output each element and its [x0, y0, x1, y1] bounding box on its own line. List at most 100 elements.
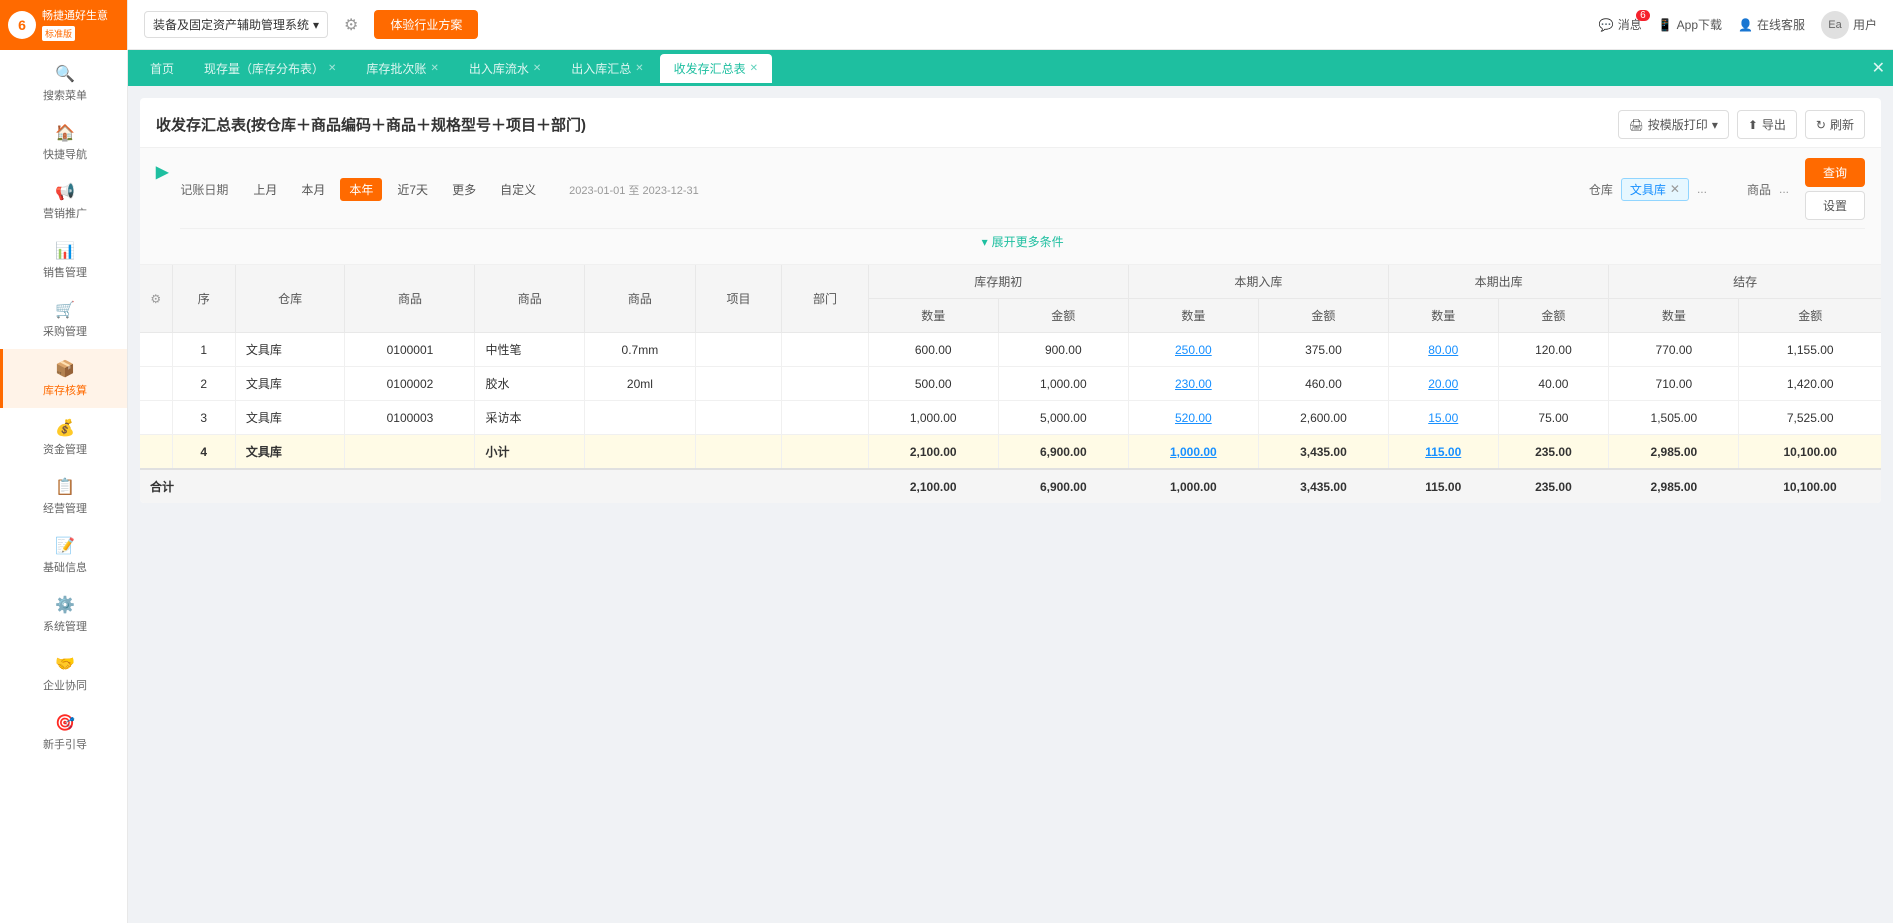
- tab-recv-send-summary[interactable]: 收发存汇总表 ✕: [660, 54, 772, 83]
- tab-inventory-dist-close[interactable]: ✕: [328, 63, 336, 74]
- refresh-button[interactable]: ↻ 刷新: [1805, 110, 1865, 139]
- tab-recv-send-summary-close[interactable]: ✕: [750, 63, 758, 74]
- warehouse-tag-remove[interactable]: ✕: [1670, 182, 1680, 196]
- td-out-amt: 120.00: [1498, 333, 1609, 367]
- out-qty-link[interactable]: 15.00: [1428, 411, 1458, 425]
- notification-item[interactable]: 💬 消息 6: [1599, 16, 1642, 33]
- sidebar-item-enterprise[interactable]: 🤝 企业协同: [0, 644, 127, 703]
- total-row: 合计 2,100.00 6,900.00 1,000.00 3,435.00 1…: [140, 469, 1881, 503]
- sidebar-label-enterprise: 企业协同: [43, 677, 87, 693]
- td-close-amt: 1,420.00: [1739, 367, 1881, 401]
- sidebar-item-inventory[interactable]: 📦 库存核算: [0, 349, 127, 408]
- warehouse-filter-label: 仓库: [1589, 181, 1613, 198]
- column-settings-icon[interactable]: ⚙: [150, 292, 161, 306]
- close-all-tabs[interactable]: ✕: [1872, 58, 1885, 78]
- query-button[interactable]: 查询: [1805, 158, 1865, 187]
- td-out-qty[interactable]: 15.00: [1388, 401, 1498, 435]
- sidebar-item-search[interactable]: 🔍 搜索菜单: [0, 54, 127, 113]
- avatar: Ea: [1821, 11, 1849, 39]
- trial-button[interactable]: 体验行业方案: [374, 10, 478, 39]
- export-icon: ⬆: [1748, 118, 1758, 132]
- date-btn-more[interactable]: 更多: [443, 178, 485, 201]
- expand-more-conditions[interactable]: ▾ 展开更多条件: [180, 228, 1865, 254]
- sidebar-item-guide[interactable]: 🎯 新手引导: [0, 703, 127, 762]
- td-out-qty[interactable]: 20.00: [1388, 367, 1498, 401]
- printer-icon: 🖨: [1629, 118, 1644, 132]
- sidebar-item-finance[interactable]: 💰 资金管理: [0, 408, 127, 467]
- td-subtotal-out-qty[interactable]: 115.00: [1388, 435, 1498, 470]
- td-in-qty[interactable]: 230.00: [1128, 367, 1258, 401]
- tab-batch[interactable]: 库存批次账 ✕: [352, 54, 452, 83]
- out-qty-link[interactable]: 20.00: [1428, 377, 1458, 391]
- in-qty-link[interactable]: 230.00: [1175, 377, 1212, 391]
- sidebar-item-purchase[interactable]: 🛒 采购管理: [0, 290, 127, 349]
- date-btn-this-month[interactable]: 本月: [292, 178, 334, 201]
- date-btn-custom[interactable]: 自定义: [491, 178, 545, 201]
- td-in-qty[interactable]: 520.00: [1128, 401, 1258, 435]
- print-label: 按模版打印: [1648, 116, 1708, 133]
- sidebar-item-quick-nav[interactable]: 🏠 快捷导航: [0, 113, 127, 172]
- tab-inout-summary-close[interactable]: ✕: [635, 63, 643, 74]
- td-subtotal-open-amt: 6,900.00: [998, 435, 1128, 470]
- sidebar-label-inventory: 库存核算: [43, 382, 87, 398]
- td-out-qty[interactable]: 80.00: [1388, 333, 1498, 367]
- filter-settings-button[interactable]: 设置: [1805, 191, 1865, 220]
- print-button[interactable]: 🖨 按模版打印 ▾: [1618, 110, 1729, 139]
- settings-icon[interactable]: ⚙: [344, 15, 358, 35]
- table-row: 2 文具库 0100002 胶水 20ml 500.00 1,000.00 23…: [140, 367, 1881, 401]
- table-row: 3 文具库 0100003 采访本 1,000.00 5,000.00 520.…: [140, 401, 1881, 435]
- clipboard-icon: 📋: [55, 477, 75, 497]
- tab-inout-flow-close[interactable]: ✕: [533, 63, 541, 74]
- sidebar-item-operations[interactable]: 📋 经营管理: [0, 467, 127, 526]
- td-total-in-qty: 1,000.00: [1128, 469, 1258, 503]
- td-subtotal-close-qty: 2,985.00: [1609, 435, 1739, 470]
- td-spec: 0.7mm: [585, 333, 696, 367]
- td-total-close-amt: 10,100.00: [1739, 469, 1881, 503]
- filter-toggle-icon[interactable]: ▶: [156, 162, 168, 182]
- subtotal-out-qty-link[interactable]: 115.00: [1425, 445, 1461, 459]
- th-in-qty: 数量: [1128, 299, 1258, 333]
- td-warehouse: 文具库: [235, 401, 345, 435]
- product-more-btn[interactable]: ...: [1779, 182, 1789, 196]
- sidebar-label-sales: 销售管理: [43, 264, 87, 280]
- td-close-qty: 710.00: [1609, 367, 1739, 401]
- system-select[interactable]: 装备及固定资产辅助管理系统 ▾: [144, 11, 328, 38]
- target-icon: 🎯: [55, 713, 75, 733]
- warehouse-more-btn[interactable]: ...: [1697, 182, 1707, 196]
- export-button[interactable]: ⬆ 导出: [1737, 110, 1797, 139]
- date-btn-this-year[interactable]: 本年: [340, 178, 382, 201]
- tab-batch-close[interactable]: ✕: [430, 63, 438, 74]
- tab-home-label: 首页: [150, 60, 174, 77]
- refresh-label: 刷新: [1830, 116, 1854, 133]
- sidebar-label-basic: 基础信息: [43, 559, 87, 575]
- tab-home[interactable]: 首页: [136, 54, 188, 83]
- td-subtotal-in-amt: 3,435.00: [1258, 435, 1388, 470]
- app-download-item[interactable]: 📱 App下载: [1658, 16, 1722, 33]
- tab-inout-flow[interactable]: 出入库流水 ✕: [455, 54, 555, 83]
- sidebar-item-basic[interactable]: 📝 基础信息: [0, 526, 127, 585]
- subtotal-in-qty-link[interactable]: 1,000.00: [1170, 445, 1217, 459]
- out-qty-link[interactable]: 80.00: [1428, 343, 1458, 357]
- date-btn-last-month[interactable]: 上月: [244, 178, 286, 201]
- in-qty-link[interactable]: 250.00: [1175, 343, 1212, 357]
- user-item[interactable]: Ea 用户: [1821, 11, 1877, 39]
- td-code: 0100001: [345, 333, 475, 367]
- tab-inventory-dist[interactable]: 现存量（库存分布表） ✕: [190, 54, 350, 83]
- sidebar-item-marketing[interactable]: 📢 营销推广: [0, 172, 127, 231]
- online-service-item[interactable]: 👤 在线客服: [1738, 16, 1805, 33]
- page-header-actions: 🖨 按模版打印 ▾ ⬆ 导出 ↻ 刷新: [1618, 110, 1865, 139]
- handshake-icon: 🤝: [55, 654, 75, 674]
- headset-icon: 👤: [1738, 18, 1753, 32]
- td-subtotal-in-qty[interactable]: 1,000.00: [1128, 435, 1258, 470]
- td-in-qty[interactable]: 250.00: [1128, 333, 1258, 367]
- sidebar-item-sales[interactable]: 📊 销售管理: [0, 231, 127, 290]
- in-qty-link[interactable]: 520.00: [1175, 411, 1212, 425]
- sidebar-item-system[interactable]: ⚙️ 系统管理: [0, 585, 127, 644]
- tab-inout-summary[interactable]: 出入库汇总 ✕: [557, 54, 657, 83]
- td-total-out-amt: 235.00: [1498, 469, 1609, 503]
- date-btn-7days[interactable]: 近7天: [388, 178, 437, 201]
- td-settings: [140, 333, 172, 367]
- td-open-qty: 1,000.00: [868, 401, 998, 435]
- td-subtotal-warehouse: 文具库: [235, 435, 345, 470]
- sidebar-nav: 🔍 搜索菜单 🏠 快捷导航 📢 营销推广 📊 销售管理 🛒 采购管理 📦 库存核…: [0, 50, 127, 923]
